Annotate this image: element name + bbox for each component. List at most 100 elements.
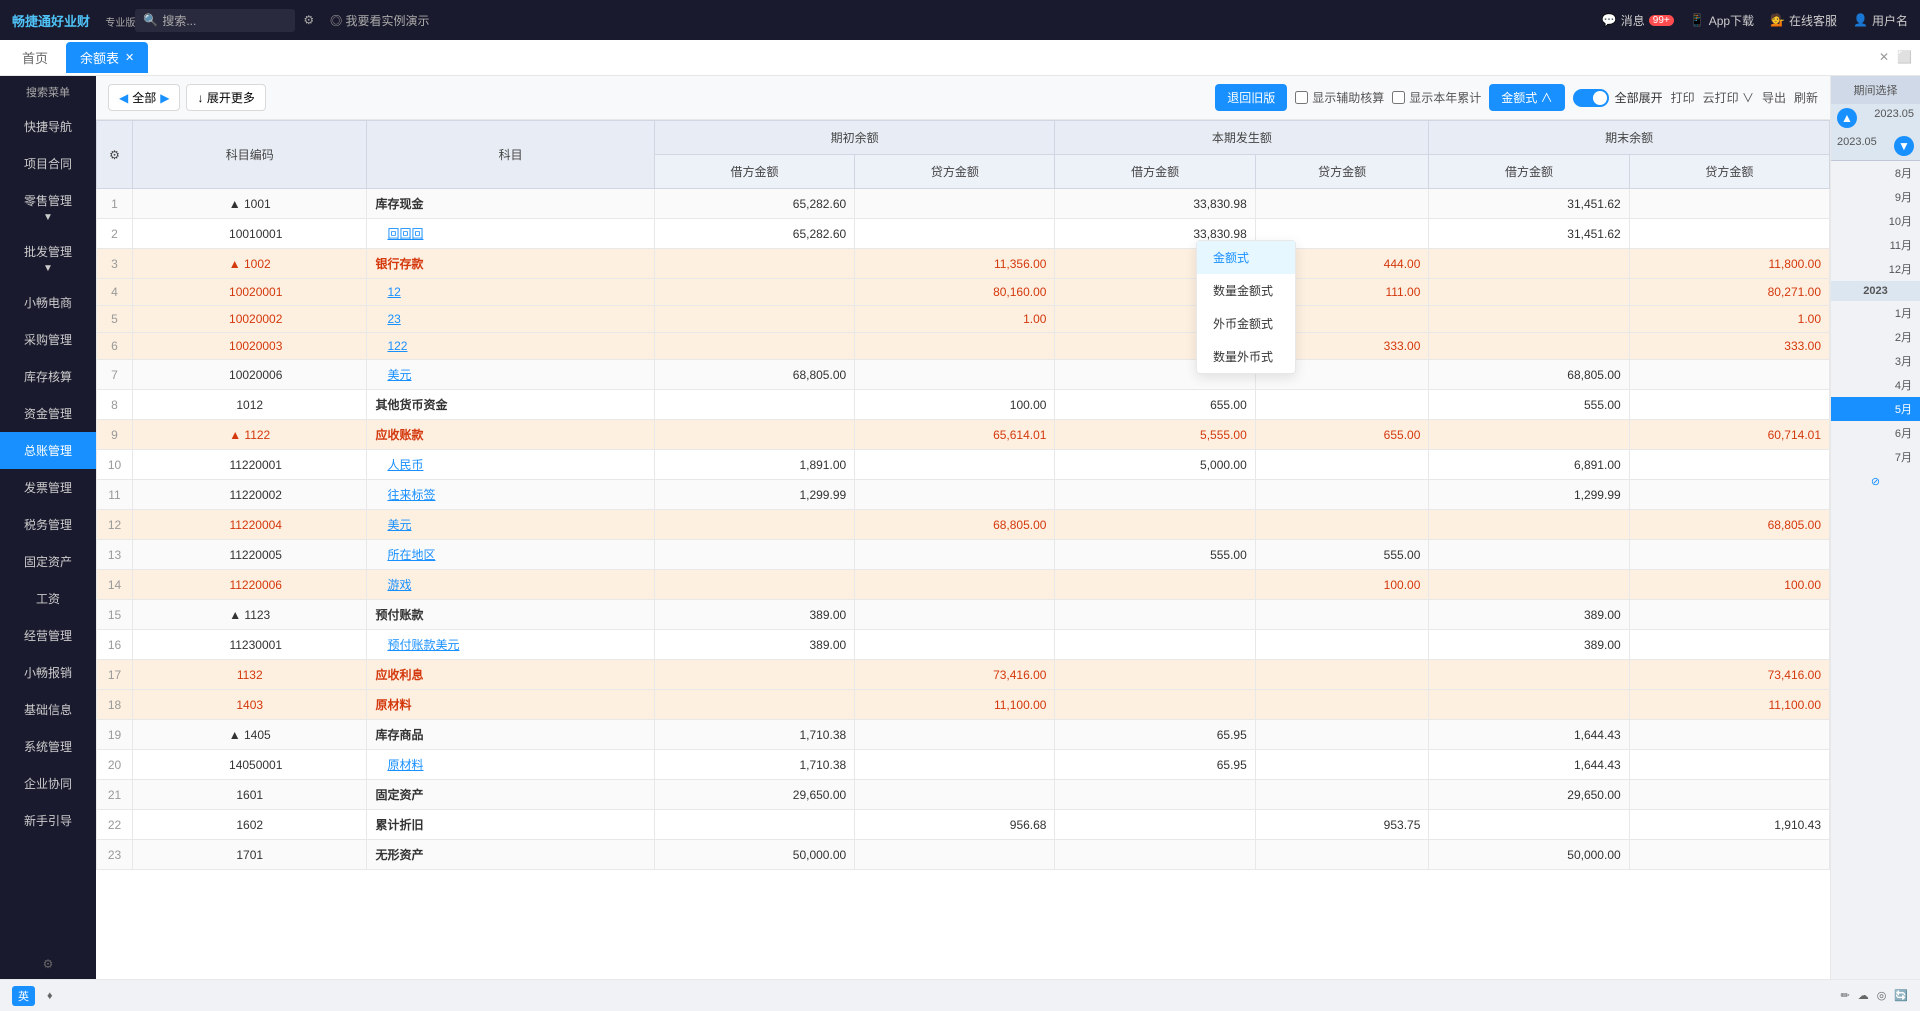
row-name[interactable]: 回回回 [367, 219, 654, 249]
sidebar-item-collab[interactable]: 企业协同 [0, 765, 96, 802]
tab-balance[interactable]: 余额表 ✕ [66, 42, 148, 73]
maximize-window-icon[interactable]: ⬜ [1897, 50, 1912, 64]
messages-button[interactable]: 💬 消息 99+ [1602, 12, 1674, 29]
bottom-icon-5[interactable]: 🔄 [1894, 989, 1908, 1002]
row-number: 15 [97, 600, 133, 630]
search-bar[interactable]: 🔍 搜索... [135, 9, 295, 32]
sidebar-item-system[interactable]: 系统管理 [0, 728, 96, 765]
sidebar-item-ledger[interactable]: 总账管理 [0, 432, 96, 469]
row-current-credit [1255, 750, 1429, 780]
sidebar-search[interactable]: 搜索菜单 [0, 76, 96, 108]
row-name[interactable]: 往来标签 [367, 480, 654, 510]
sidebar-item-salary[interactable]: 工资 [0, 580, 96, 617]
row-name[interactable]: 美元 [367, 360, 654, 390]
app-download-button[interactable]: 📱 App下载 [1690, 12, 1754, 29]
sidebar-settings[interactable]: ⚙ [0, 949, 96, 979]
row-opening-debit: 1,299.99 [654, 480, 854, 510]
table-row: 13 11220005 所在地区 555.00 555.00 [97, 540, 1830, 570]
bottom-icon-1[interactable]: ♦ [47, 990, 53, 1002]
row-current-debit [1055, 630, 1255, 660]
sidebar-item-invoice[interactable]: 发票管理 [0, 469, 96, 506]
sidebar-item-operations[interactable]: 经营管理 [0, 617, 96, 654]
month-12[interactable]: 12月 [1831, 257, 1920, 281]
table-row: 15 ▲ 1123 预付账款 389.00 389.00 [97, 600, 1830, 630]
row-name[interactable]: 所在地区 [367, 540, 654, 570]
settings-icon[interactable]: ⚙ [303, 13, 314, 27]
sidebar-item-wholesale[interactable]: 批发管理▼ [0, 233, 96, 284]
sidebar-item-project[interactable]: 项目合同 [0, 145, 96, 182]
demo-button[interactable]: ◎ 我要看实例演示 [330, 12, 429, 29]
sidebar-item-ecommerce[interactable]: 小畅电商 [0, 284, 96, 321]
amount-mode-dropdown[interactable]: 金额式 数量金额式 外币金额式 数量外币式 [1196, 240, 1296, 374]
month-11[interactable]: 11月 [1831, 233, 1920, 257]
sidebar-item-funds[interactable]: 资金管理 [0, 395, 96, 432]
sidebar-item-tax[interactable]: 税务管理 [0, 506, 96, 543]
month-2[interactable]: 2月 [1831, 325, 1920, 349]
col-closing-credit: 贷方金额 [1629, 155, 1829, 189]
col-settings[interactable]: ⚙ [97, 121, 133, 189]
month-1[interactable]: 1月 [1831, 301, 1920, 325]
sidebar-item-base[interactable]: 基础信息 [0, 691, 96, 728]
tab-close-icon[interactable]: ✕ [125, 51, 134, 64]
row-name: 预付账款 [367, 600, 654, 630]
back-old-version-button[interactable]: 退回旧版 [1215, 84, 1287, 111]
row-name[interactable]: 原材料 [367, 750, 654, 780]
row-name[interactable]: 预付账款美元 [367, 630, 654, 660]
cloud-print-button[interactable]: 云打印 ∨ [1703, 89, 1754, 106]
sidebar-item-purchase[interactable]: 采购管理 [0, 321, 96, 358]
prev-year-button[interactable]: ▲ [1837, 108, 1857, 128]
month-8[interactable]: 8月 [1831, 161, 1920, 185]
dropdown-item-amount[interactable]: 金额式 [1197, 241, 1295, 274]
next-year-button[interactable]: ▼ [1894, 136, 1914, 156]
show-yearly-checkbox[interactable]: 显示本年累计 [1392, 89, 1481, 106]
all-filter-button[interactable]: ◀ 全部 ▶ [108, 84, 180, 111]
sidebar-item-inventory[interactable]: 库存核算 [0, 358, 96, 395]
bottom-icon-3[interactable]: ☁ [1858, 989, 1869, 1002]
bottom-icon-4[interactable]: ◎ [1877, 989, 1887, 1002]
sidebar-item-expense[interactable]: 小畅报销 [0, 654, 96, 691]
month-7[interactable]: 7月 [1831, 445, 1920, 469]
month-5[interactable]: 5月 [1831, 397, 1920, 421]
print-button[interactable]: 打印 [1671, 89, 1695, 106]
user-avatar[interactable]: 👤 用户名 [1853, 12, 1908, 29]
refresh-button[interactable]: 刷新 [1794, 89, 1818, 106]
dropdown-item-qty-amount[interactable]: 数量金额式 [1197, 274, 1295, 307]
sidebar-item-guide[interactable]: 新手引导 [0, 802, 96, 839]
row-name[interactable]: 美元 [367, 510, 654, 540]
row-current-credit [1255, 600, 1429, 630]
expand-button[interactable]: ↓ 展开更多 [186, 84, 265, 111]
month-9[interactable]: 9月 [1831, 185, 1920, 209]
row-closing-debit [1429, 333, 1629, 360]
row-closing-credit [1629, 720, 1829, 750]
collapse-panel-icon[interactable]: ⊘ [1831, 469, 1920, 494]
bottom-icon-2[interactable]: ✏ [1840, 989, 1849, 1002]
row-closing-debit [1429, 810, 1629, 840]
row-name[interactable]: 游戏 [367, 570, 654, 600]
month-10[interactable]: 10月 [1831, 209, 1920, 233]
toggle-switch[interactable] [1573, 89, 1609, 107]
show-auxiliary-checkbox[interactable]: 显示辅助核算 [1295, 89, 1384, 106]
row-name: 原材料 [367, 690, 654, 720]
tab-home[interactable]: 首页 [8, 42, 62, 73]
month-4[interactable]: 4月 [1831, 373, 1920, 397]
row-opening-credit: 68,805.00 [855, 510, 1055, 540]
amount-mode-button[interactable]: 金额式 ∧ [1489, 84, 1564, 111]
online-service-button[interactable]: 💁 在线客服 [1770, 12, 1837, 29]
row-name[interactable]: 122 [367, 333, 654, 360]
month-3[interactable]: 3月 [1831, 349, 1920, 373]
dropdown-item-qty-foreign[interactable]: 数量外币式 [1197, 340, 1295, 373]
row-current-credit [1255, 189, 1429, 219]
month-6[interactable]: 6月 [1831, 421, 1920, 445]
export-button[interactable]: 导出 [1762, 89, 1786, 106]
bottom-lang[interactable]: 英 [12, 986, 35, 1006]
sidebar-item-retail[interactable]: 零售管理▼ [0, 182, 96, 233]
dropdown-item-foreign-amount[interactable]: 外币金额式 [1197, 307, 1295, 340]
full-expand-toggle[interactable]: 全部展开 [1573, 89, 1663, 107]
row-name[interactable]: 23 [367, 306, 654, 333]
sidebar-item-assets[interactable]: 固定资产 [0, 543, 96, 580]
close-window-icon[interactable]: ✕ [1879, 50, 1889, 64]
row-name[interactable]: 人民币 [367, 450, 654, 480]
sidebar-item-quicknav[interactable]: 快捷导航 [0, 108, 96, 145]
row-name[interactable]: 12 [367, 279, 654, 306]
table-row: 20 14050001 原材料 1,710.38 65.95 1,644.43 [97, 750, 1830, 780]
